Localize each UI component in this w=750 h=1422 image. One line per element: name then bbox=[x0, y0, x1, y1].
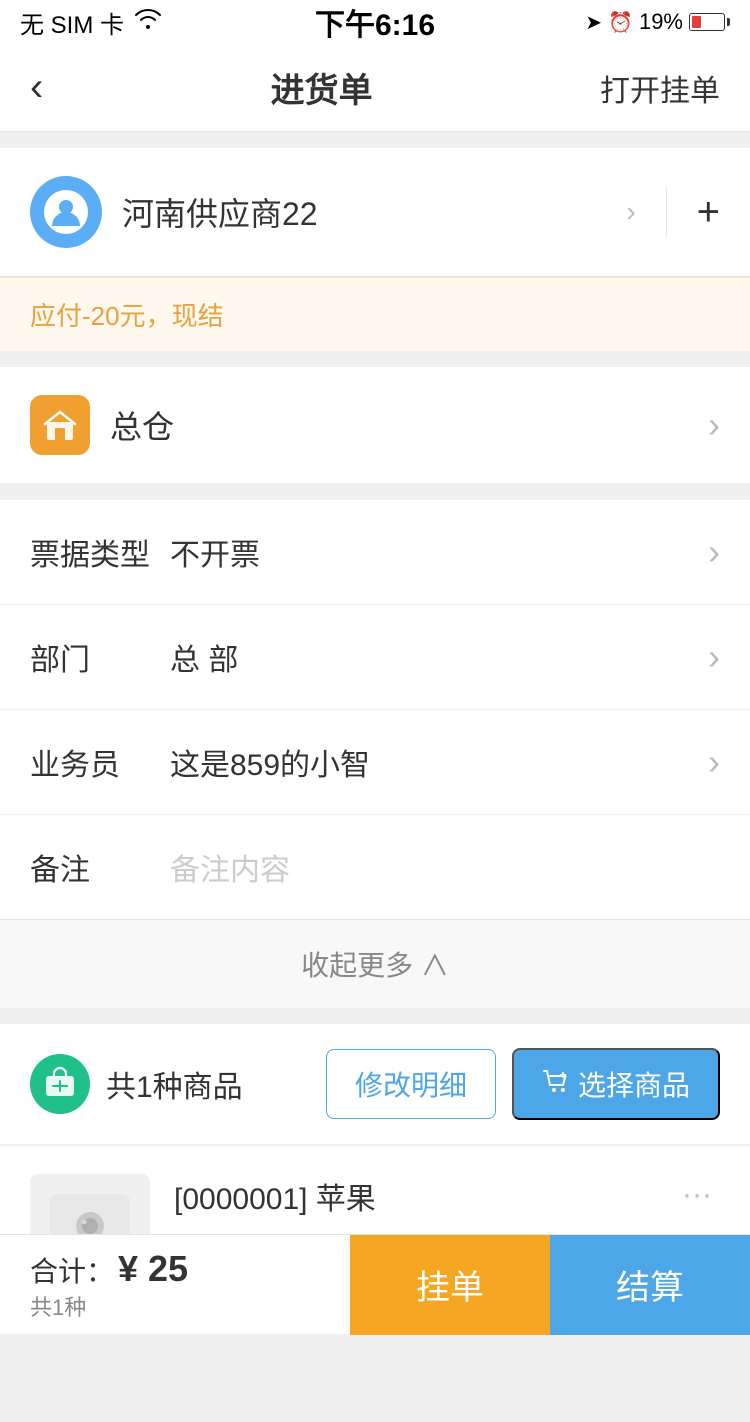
product-header: 共1种商品 修改明细 选择商品 bbox=[0, 1024, 750, 1145]
product-name: [0000001] 苹果 bbox=[174, 1174, 674, 1218]
footer: 合计： ¥ 25 共1种 挂单 结算 bbox=[0, 1234, 750, 1334]
battery-icon bbox=[689, 13, 730, 31]
location-icon: ➤ bbox=[585, 10, 602, 35]
add-supplier-button[interactable]: + bbox=[697, 190, 720, 235]
checkout-button[interactable]: 结算 bbox=[550, 1235, 750, 1335]
sales-arrow-icon bbox=[708, 741, 720, 783]
product-code: [0000001] bbox=[174, 1183, 307, 1216]
product-icon bbox=[30, 1054, 90, 1114]
invoice-type-label: 票据类型 bbox=[30, 530, 150, 574]
sales-row[interactable]: 业务员 这是859的小智 bbox=[0, 709, 750, 814]
total-label: 合计： bbox=[30, 1250, 114, 1290]
supplier-row[interactable]: 河南供应商22 › + bbox=[0, 148, 750, 277]
invoice-type-row[interactable]: 票据类型 不开票 bbox=[0, 499, 750, 604]
alarm-icon: ⏰ bbox=[608, 10, 633, 35]
dept-label: 部门 bbox=[30, 635, 150, 679]
form-section: 票据类型 不开票 部门 总 部 业务员 这是859的小智 备注 备注内容 bbox=[0, 499, 750, 919]
dept-arrow-icon bbox=[708, 636, 720, 678]
dept-row[interactable]: 部门 总 部 bbox=[0, 604, 750, 709]
supplier-avatar bbox=[30, 176, 102, 248]
open-pending-button[interactable]: 打开挂单 bbox=[600, 66, 720, 110]
product-title-value: 苹果 bbox=[316, 1183, 376, 1216]
cart-icon bbox=[542, 1068, 570, 1100]
warehouse-section: 总仓 bbox=[0, 367, 750, 483]
select-product-label: 选择商品 bbox=[578, 1064, 690, 1104]
page-title: 进货单 bbox=[271, 63, 373, 112]
warehouse-name: 总仓 bbox=[110, 402, 708, 448]
collapse-label: 收起更多 ∧ bbox=[301, 944, 449, 984]
back-button[interactable]: ‹ bbox=[30, 65, 43, 110]
dept-value: 总 部 bbox=[150, 635, 708, 679]
warehouse-icon bbox=[30, 395, 90, 455]
supplier-arrow-icon: › bbox=[626, 196, 635, 228]
nav-bar: ‹ 进货单 打开挂单 bbox=[0, 44, 750, 132]
status-time: 下午6:16 bbox=[315, 0, 435, 44]
invoice-type-value: 不开票 bbox=[150, 530, 708, 574]
total-count: 共1种 bbox=[30, 1290, 320, 1322]
carrier-label: 无 SIM 卡 bbox=[20, 5, 124, 40]
supplier-section: 河南供应商22 › + 应付-20元，现结 bbox=[0, 148, 750, 351]
remark-row[interactable]: 备注 备注内容 bbox=[0, 814, 750, 919]
footer-total: 合计： ¥ 25 共1种 bbox=[0, 1248, 350, 1322]
remark-label: 备注 bbox=[30, 845, 150, 889]
alert-text: 应付-20元，现结 bbox=[30, 301, 224, 331]
warehouse-arrow-icon bbox=[708, 404, 720, 446]
battery-percent: 19% bbox=[639, 9, 683, 35]
alert-banner: 应付-20元，现结 bbox=[0, 277, 750, 351]
invoice-type-arrow-icon bbox=[708, 531, 720, 573]
product-count-label: 共1种商品 bbox=[106, 1062, 326, 1106]
pending-button[interactable]: 挂单 bbox=[350, 1235, 550, 1335]
sales-value: 这是859的小智 bbox=[150, 740, 708, 784]
product-more-button[interactable]: ··· bbox=[674, 1174, 720, 1216]
modify-detail-button[interactable]: 修改明细 bbox=[326, 1049, 496, 1119]
warehouse-row[interactable]: 总仓 bbox=[0, 367, 750, 483]
sales-label: 业务员 bbox=[30, 740, 150, 784]
supplier-name: 河南供应商22 bbox=[122, 189, 626, 235]
status-bar: 无 SIM 卡 下午6:16 ➤ ⏰ 19% bbox=[0, 0, 750, 44]
select-product-button[interactable]: 选择商品 bbox=[512, 1048, 720, 1120]
wifi-icon bbox=[134, 8, 162, 37]
total-amount: ¥ 25 bbox=[118, 1248, 188, 1290]
collapse-bar[interactable]: 收起更多 ∧ bbox=[0, 919, 750, 1008]
divider bbox=[666, 187, 667, 237]
remark-input[interactable]: 备注内容 bbox=[150, 845, 720, 889]
